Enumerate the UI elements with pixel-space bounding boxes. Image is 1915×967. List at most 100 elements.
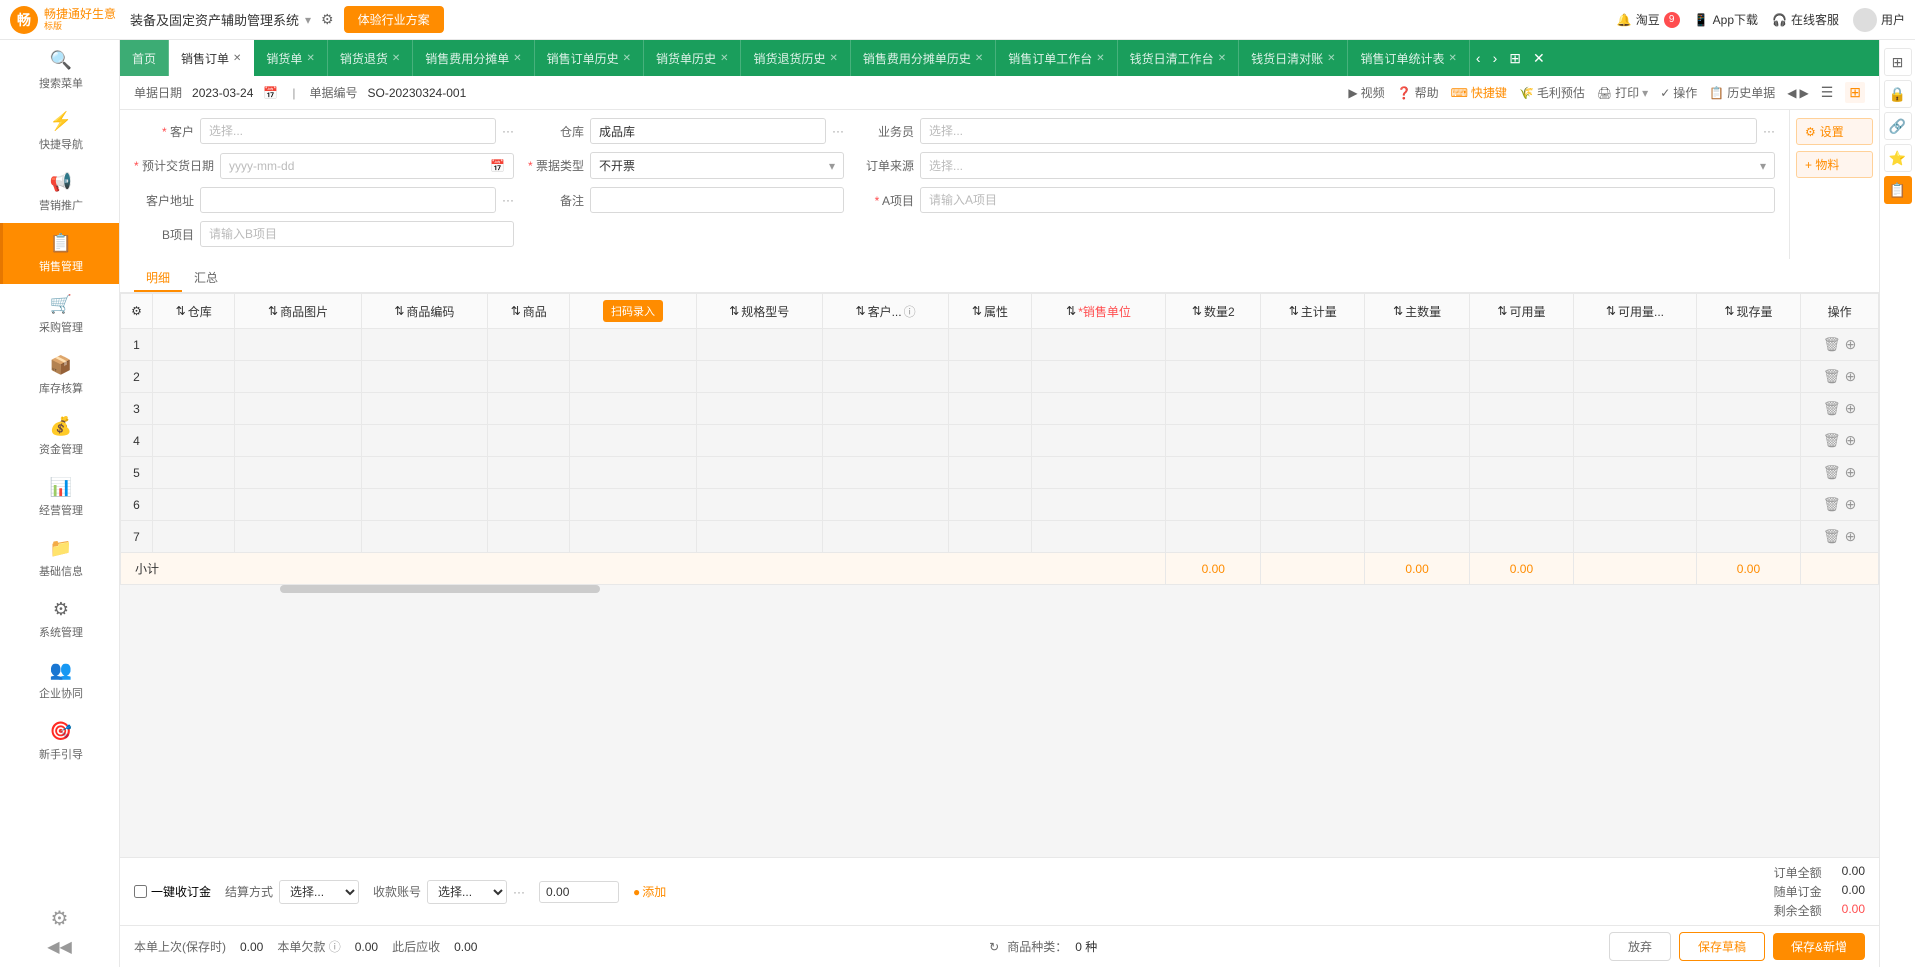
tab-cash-workbench[interactable]: 钱货日清工作台 ✕ [1118,40,1239,76]
sidebar-item-quicknav[interactable]: ⚡ 快捷导航 [0,101,119,162]
cell-available2-2[interactable] [1574,361,1697,393]
copy-icon-1[interactable]: ⊕ [1845,336,1857,353]
one-click-checkbox-input[interactable] [134,885,147,898]
close-cash-workbench-icon[interactable]: ✕ [1218,53,1226,64]
tab-home[interactable]: 首页 [120,40,169,76]
sidebar-item-enterprise[interactable]: 👥 企业协同 [0,650,119,711]
delete-icon-3[interactable]: 🗑 [1823,400,1841,417]
th-unit[interactable]: ⇅*销售单位 [1031,294,1166,329]
scan-button[interactable]: 扫码录入 [603,300,663,322]
cell-product-1[interactable] [488,329,570,361]
history-btn[interactable]: 📋 历史单据 [1709,84,1775,101]
invoice-select[interactable]: 不开票 ▾ [590,152,844,179]
delete-icon-5[interactable]: 🗑 [1823,464,1841,481]
horizontal-scrollbar[interactable] [120,585,1879,593]
gear-icon[interactable]: ⚙ [317,7,338,32]
copy-icon-2[interactable]: ⊕ [1845,368,1857,385]
th-main-unit[interactable]: ⇅主计量 [1261,294,1365,329]
receipt-more-icon[interactable]: ··· [513,885,525,899]
user-item[interactable]: 用户 [1853,8,1905,32]
sidebar-item-purchase[interactable]: 🛒 采购管理 [0,284,119,345]
view-btn[interactable]: ▶ 视频 [1348,84,1384,101]
settings-button[interactable]: ⚙ 设置 [1796,118,1873,145]
close-order-history-icon[interactable]: ✕ [623,53,631,64]
tab-detail[interactable]: 明细 [134,265,182,292]
cell-scan-1[interactable] [570,329,696,361]
close-stats-icon[interactable]: ✕ [1449,53,1457,64]
cell-attr-2[interactable] [949,361,1031,393]
delete-icon-6[interactable]: 🗑 [1823,496,1841,513]
cell-cust-code-2[interactable] [822,361,948,393]
tab-prev-icon[interactable]: ‹ [1470,50,1487,66]
th-stock[interactable]: ⇅现存量 [1696,294,1800,329]
tab-stats[interactable]: 销售订单统计表 ✕ [1348,40,1469,76]
customer-input[interactable] [200,118,496,144]
warehouse-more-icon[interactable]: ··· [832,124,844,138]
notification-item[interactable]: 🔔 淘豆 9 [1617,11,1680,28]
side-btn-3[interactable]: 🔗 [1884,112,1912,140]
tab-next-icon[interactable]: › [1487,50,1504,66]
refresh-icon[interactable]: ↻ [989,940,999,954]
save-draft-button[interactable]: 保存草稿 [1679,932,1765,961]
tab-workbench[interactable]: 销售订单工作台 ✕ [996,40,1117,76]
close-goods-history-icon[interactable]: ✕ [720,53,728,64]
side-btn-5-orange[interactable]: 📋 [1884,176,1912,204]
th-scan[interactable]: 扫码录入 [570,294,696,329]
sidebar-item-search[interactable]: 🔍 搜索菜单 [0,40,119,101]
th-warehouse[interactable]: ⇅仓库 [153,294,235,329]
close-expense-history-icon[interactable]: ✕ [975,53,983,64]
th-product[interactable]: ⇅商品 [488,294,570,329]
tab-sales-order[interactable]: 销售订单 ✕ [169,40,254,76]
help-btn[interactable]: ❓ 帮助 [1397,84,1439,101]
th-available[interactable]: ⇅可用量 [1469,294,1573,329]
tab-order-history[interactable]: 销售订单历史 ✕ [535,40,644,76]
cell-unit-2[interactable] [1031,361,1166,393]
delete-icon-4[interactable]: 🗑 [1823,432,1841,449]
tab-cash-reconcile[interactable]: 钱货日清对账 ✕ [1239,40,1348,76]
system-dropdown-icon[interactable]: ▾ [305,13,311,27]
address-more-icon[interactable]: ··· [502,193,514,207]
side-btn-1[interactable]: ⊞ [1884,48,1912,76]
settings-bottom-icon[interactable]: ⚙ [51,906,69,931]
close-workbench-icon[interactable]: ✕ [1096,53,1104,64]
sidebar-item-finance[interactable]: 💰 资金管理 [0,406,119,467]
cell-cust-code-1[interactable] [822,329,948,361]
cell-unit-1[interactable] [1031,329,1166,361]
th-qty2[interactable]: ⇅数量2 [1166,294,1261,329]
add-material-button[interactable]: + 物料 [1796,151,1873,178]
warehouse-input[interactable] [590,118,826,144]
address-input[interactable] [200,187,496,213]
amount-input[interactable] [539,881,619,903]
close-return-history-icon[interactable]: ✕ [829,53,837,64]
cell-image-2[interactable] [235,361,361,393]
sidebar-item-inventory[interactable]: 📦 库存核算 [0,345,119,406]
close-sales-goods-icon[interactable]: ✕ [306,53,314,64]
th-image[interactable]: ⇅商品图片 [235,294,361,329]
cell-warehouse-2[interactable] [153,361,235,393]
sidebar-item-basic-info[interactable]: 📁 基础信息 [0,528,119,589]
delivery-date-input[interactable]: yyyy-mm-dd 📅 [220,153,514,179]
online-support-item[interactable]: 🎧 在线客服 [1772,11,1839,28]
cell-qty2-1[interactable] [1166,329,1261,361]
th-spec[interactable]: ⇅规格型号 [696,294,822,329]
close-cash-reconcile-icon[interactable]: ✕ [1327,53,1335,64]
list-view-icon[interactable]: ☰ [1821,84,1834,101]
payment-method-select[interactable]: 选择... [279,880,359,904]
close-expense-split-icon[interactable]: ✕ [513,53,521,64]
tab-sales-goods[interactable]: 销货单 ✕ [254,40,327,76]
prev-record-icon[interactable]: ◀ [1787,86,1796,100]
tab-goods-history[interactable]: 销货单历史 ✕ [644,40,741,76]
close-return-icon[interactable]: ✕ [392,53,400,64]
th-available2[interactable]: ⇅可用量... [1574,294,1697,329]
add-button[interactable]: ● 添加 [633,883,666,900]
grid-view-icon[interactable]: ⊞ [1845,82,1865,103]
tab-expense-split[interactable]: 销售费用分摊单 ✕ [413,40,534,76]
note-input[interactable] [590,187,844,213]
cell-warehouse-1[interactable] [153,329,235,361]
scrollbar-thumb[interactable] [280,585,600,593]
tab-return[interactable]: 销货退货 ✕ [328,40,413,76]
tab-expand-icon[interactable]: ⊞ [1503,50,1527,67]
cell-main-unit-1[interactable] [1261,329,1365,361]
copy-icon-6[interactable]: ⊕ [1845,496,1857,513]
side-btn-4[interactable]: ⭐ [1884,144,1912,172]
